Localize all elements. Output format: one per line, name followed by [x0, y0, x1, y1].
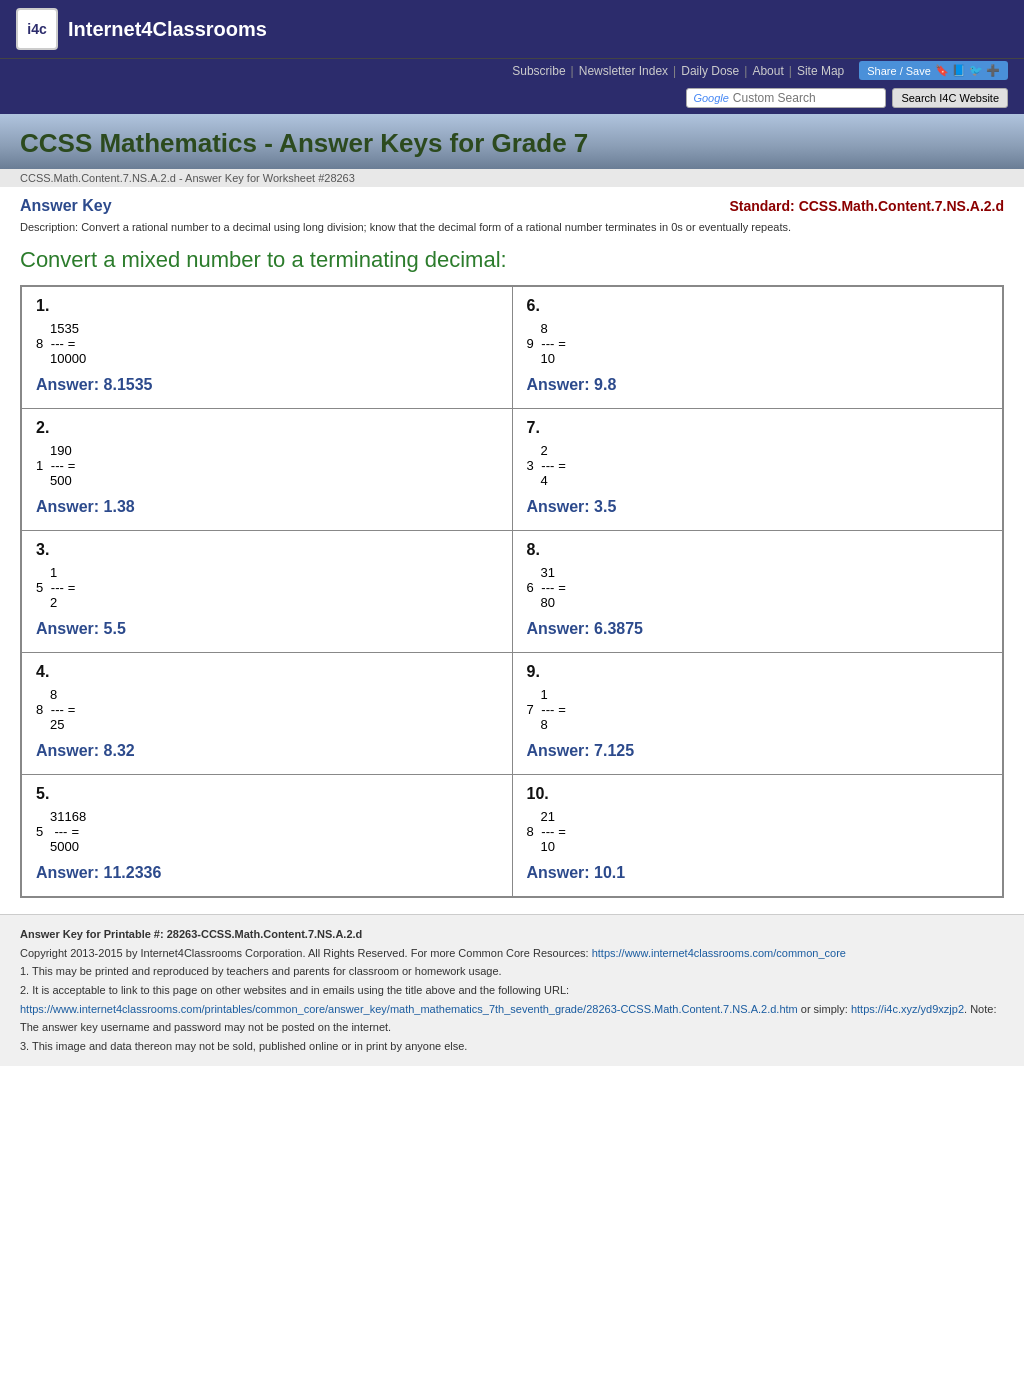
- problem-num-2: 2.: [36, 419, 498, 437]
- answer-key-header: Answer Key Standard: CCSS.Math.Content.7…: [20, 197, 1004, 215]
- problems-grid: 1. 1535 8 --- = 10000 Answer: 8.1535 6.: [20, 285, 1004, 898]
- answer-2: Answer: 1.38: [36, 498, 498, 516]
- problem-cell-3: 3. 1 5 --- = 2 Answer: 5.5: [22, 531, 513, 653]
- logo-area: i4c Internet4Classrooms: [16, 8, 267, 50]
- problem-cell-1: 1. 1535 8 --- = 10000 Answer: 8.1535: [22, 287, 513, 409]
- problem-num-5: 5.: [36, 785, 498, 803]
- description: Description: Convert a rational number t…: [20, 221, 1004, 233]
- share-save-label: Share / Save: [867, 65, 931, 77]
- search-button[interactable]: Search I4C Website: [892, 88, 1008, 108]
- answer-3: Answer: 5.5: [36, 620, 498, 638]
- nav-site-map[interactable]: Site Map: [792, 64, 849, 78]
- problem-cell-10: 10. 21 8 --- = 10 Answer: 10.1: [512, 775, 1003, 897]
- problem-cell-4: 4. 8 8 --- = 25 Answer: 8.32: [22, 653, 513, 775]
- problem-num-7: 7.: [527, 419, 989, 437]
- problem-num-10: 10.: [527, 785, 989, 803]
- problem-cell-6: 6. 8 9 --- = 10 Answer: 9.8: [512, 287, 1003, 409]
- footer-note3: 3. This image and data thereon may not b…: [20, 1037, 1004, 1056]
- answer-10: Answer: 10.1: [527, 864, 989, 882]
- fraction-block-1: 1535 8 --- = 10000: [36, 321, 498, 366]
- logo-icon: i4c: [16, 8, 58, 50]
- answer-8: Answer: 6.3875: [527, 620, 989, 638]
- nav-daily-dose[interactable]: Daily Dose: [676, 64, 744, 78]
- problem-cell-2: 2. 190 1 --- = 500 Answer: 1.38: [22, 409, 513, 531]
- google-label: Google: [693, 92, 728, 104]
- problem-num-4: 4.: [36, 663, 498, 681]
- main-content: Answer Key Standard: CCSS.Math.Content.7…: [0, 187, 1024, 914]
- fraction-block-8: 31 6 --- = 80: [527, 565, 989, 610]
- nav-links: Subscribe | Newsletter Index | Daily Dos…: [507, 61, 1008, 80]
- footer-copyright: Copyright 2013-2015 by Internet4Classroo…: [20, 944, 1004, 963]
- hero-banner: CCSS Mathematics - Answer Keys for Grade…: [0, 114, 1024, 169]
- answer-7: Answer: 3.5: [527, 498, 989, 516]
- problem-num-6: 6.: [527, 297, 989, 315]
- footer-print-label: Answer Key for Printable #: 28263-CCSS.M…: [20, 925, 1004, 944]
- answer-key-title: Answer Key: [20, 197, 112, 215]
- search-wrap: Google: [686, 88, 886, 108]
- problem-cell-8: 8. 31 6 --- = 80 Answer: 6.3875: [512, 531, 1003, 653]
- problem-num-1: 1.: [36, 297, 498, 315]
- fraction-block-2: 190 1 --- = 500: [36, 443, 498, 488]
- nav-about[interactable]: About: [747, 64, 788, 78]
- problem-num-9: 9.: [527, 663, 989, 681]
- nav-bar: Subscribe | Newsletter Index | Daily Dos…: [0, 58, 1024, 84]
- footer-note1: 1. This may be printed and reproduced by…: [20, 962, 1004, 981]
- fraction-block-7: 2 3 --- = 4: [527, 443, 989, 488]
- problem-cell-5: 5. 31168 5 --- = 5000 Answer: 11.2336: [22, 775, 513, 897]
- answer-4: Answer: 8.32: [36, 742, 498, 760]
- answer-1: Answer: 8.1535: [36, 376, 498, 394]
- footer-url: https://www.internet4classrooms.com/prin…: [20, 1000, 1004, 1037]
- search-input[interactable]: [733, 91, 863, 105]
- answer-5: Answer: 11.2336: [36, 864, 498, 882]
- problem-num-8: 8.: [527, 541, 989, 559]
- fraction-block-5: 31168 5 --- = 5000: [36, 809, 498, 854]
- problem-cell-9: 9. 1 7 --- = 8 Answer: 7.125: [512, 653, 1003, 775]
- share-save-button[interactable]: Share / Save 🔖 📘 🐦 ➕: [859, 61, 1008, 80]
- search-bar: Google Search I4C Website: [0, 84, 1024, 114]
- problem-num-3: 3.: [36, 541, 498, 559]
- footer: Answer Key for Printable #: 28263-CCSS.M…: [0, 914, 1024, 1066]
- page-title: CCSS Mathematics - Answer Keys for Grade…: [20, 128, 1004, 159]
- header: i4c Internet4Classrooms: [0, 0, 1024, 58]
- nav-subscribe[interactable]: Subscribe: [507, 64, 570, 78]
- fraction-block-4: 8 8 --- = 25: [36, 687, 498, 732]
- fraction-block-9: 1 7 --- = 8: [527, 687, 989, 732]
- breadcrumb: CCSS.Math.Content.7.NS.A.2.d - Answer Ke…: [0, 169, 1024, 187]
- footer-note2: 2. It is acceptable to link to this page…: [20, 981, 1004, 1000]
- fraction-block-3: 1 5 --- = 2: [36, 565, 498, 610]
- nav-newsletter[interactable]: Newsletter Index: [574, 64, 673, 78]
- problem-cell-7: 7. 2 3 --- = 4 Answer: 3.5: [512, 409, 1003, 531]
- footer-common-core-link[interactable]: https://www.internet4classrooms.com/comm…: [592, 947, 846, 959]
- answer-9: Answer: 7.125: [527, 742, 989, 760]
- standard-label: Standard: CCSS.Math.Content.7.NS.A.2.d: [729, 198, 1004, 214]
- answer-6: Answer: 9.8: [527, 376, 989, 394]
- share-icons: 🔖 📘 🐦 ➕: [935, 64, 1000, 77]
- footer-url-short[interactable]: https://i4c.xyz/yd9xzjp2: [851, 1003, 964, 1015]
- footer-url-long[interactable]: https://www.internet4classrooms.com/prin…: [20, 1003, 798, 1015]
- fraction-block-10: 21 8 --- = 10: [527, 809, 989, 854]
- section-title: Convert a mixed number to a terminating …: [20, 247, 1004, 273]
- fraction-block-6: 8 9 --- = 10: [527, 321, 989, 366]
- site-name: Internet4Classrooms: [68, 18, 267, 41]
